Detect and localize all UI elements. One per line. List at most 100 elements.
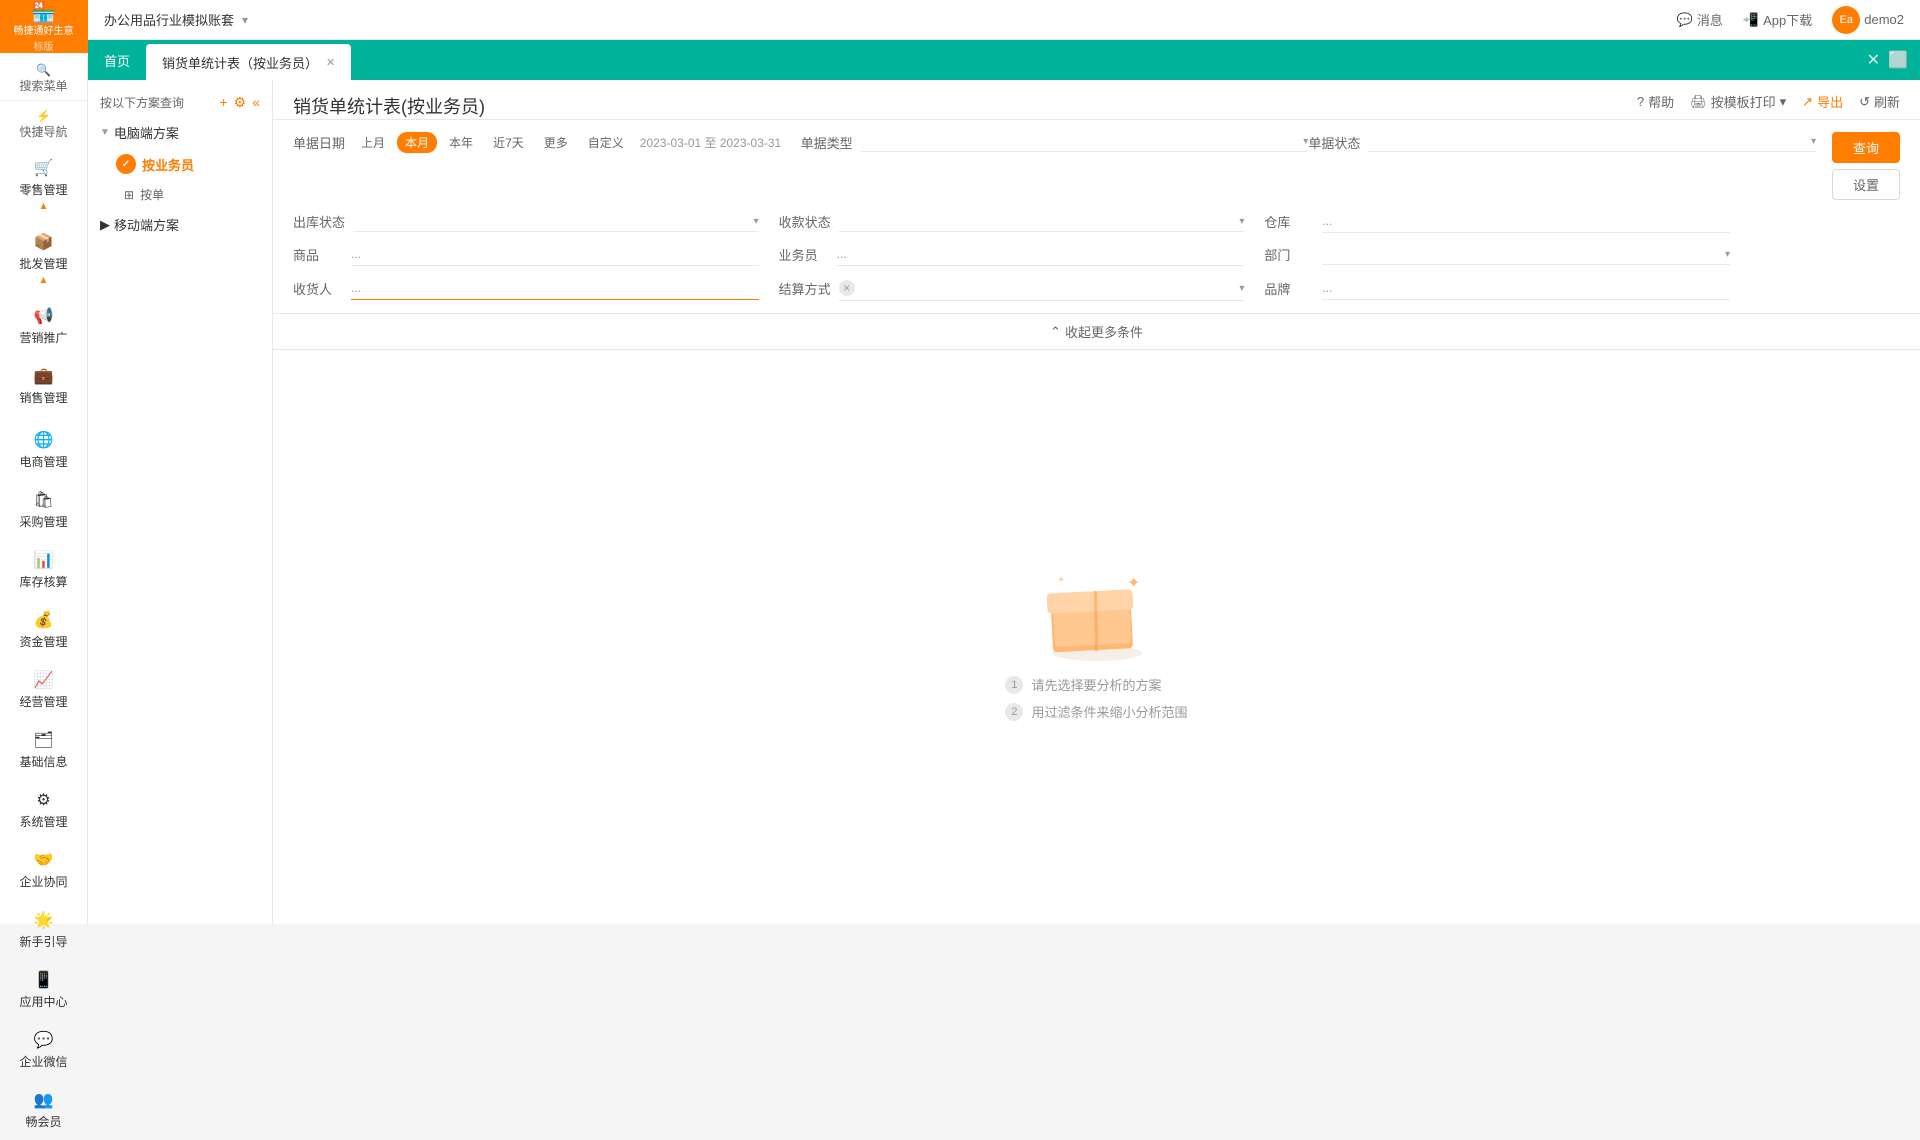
user-profile[interactable]: Ea demo2: [1832, 6, 1904, 34]
export-icon: ↗: [1802, 94, 1813, 110]
home-tab-label: 首页: [104, 51, 130, 70]
help-btn[interactable]: ? 帮助: [1637, 92, 1674, 111]
page-actions: ? 帮助 🖨 按模板打印 ▾ ↗ 导出 ↺ 刷新: [1637, 92, 1900, 119]
scheme-settings-btn[interactable]: ⚙: [234, 94, 247, 111]
tab-home[interactable]: 首页: [88, 40, 146, 80]
warehouse-input[interactable]: ...: [1322, 210, 1730, 233]
sidebar-item-operations[interactable]: 📈 经营管理: [0, 660, 87, 720]
app-download-btn[interactable]: 📲 App下载: [1743, 10, 1812, 29]
settlement-input[interactable]: × ▾: [839, 276, 1245, 301]
filter-brand-item: 品牌 ...: [1264, 277, 1750, 300]
filter-receiptstatus-item: 收款状态 ▾: [779, 212, 1265, 232]
industry-dropdown[interactable]: ▾: [242, 13, 248, 27]
salesperson-input[interactable]: ...: [837, 243, 1245, 266]
sidebar-item-inventory[interactable]: 📊 库存核算: [0, 540, 87, 600]
sidebar-item-wholesale[interactable]: 📦 批发管理 ▲: [0, 222, 87, 296]
date-tab-lastmonth[interactable]: 上月: [353, 132, 393, 153]
maximize-btn[interactable]: ⬜: [1888, 50, 1908, 70]
logo-text: 畅捷通好生意: [14, 25, 74, 38]
help-label: 帮助: [1648, 92, 1674, 111]
sidebar-logo[interactable]: 🏪 畅捷通好生意 标版: [0, 0, 88, 53]
department-arrow: ▾: [1725, 249, 1730, 260]
tab-close-btn[interactable]: ✕: [326, 56, 335, 69]
outstatus-input[interactable]: ▾: [353, 212, 759, 232]
sidebar-item-newuser[interactable]: 🌟 新手引导: [0, 900, 87, 960]
scheme-salesperson-label: 按业务员: [142, 155, 194, 174]
settlement-close[interactable]: ×: [839, 280, 855, 296]
date-tab-custom[interactable]: 自定义: [580, 132, 632, 153]
collapse-more-btn[interactable]: ⌃ 收起更多条件: [1050, 322, 1143, 341]
filter-row3: 商品 ... 业务员 ... 部门: [293, 243, 1900, 266]
export-btn[interactable]: ↗ 导出: [1802, 92, 1843, 111]
sidebar-quick-nav[interactable]: ⚡ 快捷导航: [0, 101, 87, 144]
purchase-icon: 🛍: [33, 490, 53, 510]
collapse-label: 收起更多条件: [1065, 322, 1143, 341]
settlement-arrow: ▾: [1239, 283, 1244, 294]
docstatus-input[interactable]: ▾: [1368, 132, 1816, 152]
doctype-input[interactable]: ▾: [861, 132, 1309, 152]
date-label: 单据日期: [293, 133, 345, 152]
empty-hint-1: 1 请先选择要分析的方案: [1005, 675, 1187, 694]
close-tab-btn[interactable]: ✕: [1867, 50, 1880, 70]
salesperson-label: 业务员: [779, 245, 829, 264]
scheme-collapse-btn[interactable]: «: [252, 94, 260, 111]
empty-illustration: ✦ ✦: [1032, 553, 1162, 663]
sidebar-item-wechat[interactable]: 💬 企业微信: [0, 1020, 87, 1080]
refresh-btn[interactable]: ↺ 刷新: [1859, 92, 1900, 111]
user-name: demo2: [1864, 12, 1904, 27]
date-tab-thisyear[interactable]: 本年: [441, 132, 481, 153]
filter-row2: 出库状态 ▾ 收款状态 ▾ 仓库: [293, 210, 1900, 233]
empty-hint-2: 2 用过滤条件来缩小分析范围: [1005, 702, 1187, 721]
refresh-icon: ↺: [1859, 94, 1870, 110]
date-tab-more[interactable]: 更多: [536, 132, 576, 153]
goods-input[interactable]: ...: [351, 243, 759, 266]
settings-button[interactable]: 设置: [1832, 169, 1900, 200]
sidebar-item-appcenter[interactable]: 📱 应用中心: [0, 960, 87, 1020]
goods-label: 商品: [293, 245, 343, 264]
hint-num-1: 1: [1005, 676, 1023, 694]
topbar-left: 办公用品行业模拟账套 ▾: [104, 10, 248, 29]
sidebar-item-sales[interactable]: 💼 销售管理: [0, 356, 87, 416]
scheme-group-desktop-header[interactable]: ▼ 电脑端方案: [88, 117, 272, 148]
date-tab-7days[interactable]: 近7天: [485, 132, 532, 153]
receiptstatus-input[interactable]: ▾: [839, 212, 1245, 232]
sidebar-item-basic[interactable]: 🗂 基础信息: [0, 720, 87, 780]
sales-stat-tab-label: 销货单统计表（按业务员）: [162, 53, 318, 72]
sidebar-item-finance[interactable]: 💰 资金管理: [0, 600, 87, 660]
brand-input[interactable]: ...: [1322, 277, 1730, 300]
scheme-panel: 按以下方案查询 + ⚙ « ▼ 电脑端方案 ✓ 按业务员 ⊞ 按单: [88, 80, 273, 924]
group-arrow-down: ▼: [100, 127, 110, 138]
hint-text-2: 用过滤条件来缩小分析范围: [1031, 702, 1187, 721]
svg-text:✦: ✦: [1057, 575, 1065, 586]
filter-row4: 收货人 ... 结算方式 × ▾ 品牌: [293, 276, 1900, 301]
sidebar-item-purchase[interactable]: 🛍 采购管理: [0, 480, 87, 540]
retail-icon: 🛒: [34, 158, 54, 178]
right-content: 销货单统计表(按业务员) ? 帮助 🖨 按模板打印 ▾ ↗ 导出: [273, 80, 1920, 924]
department-input[interactable]: ▾: [1322, 245, 1730, 265]
query-button[interactable]: 查询: [1832, 132, 1900, 163]
scheme-item-salesperson[interactable]: ✓ 按业务员: [88, 148, 272, 180]
date-tab-thismonth[interactable]: 本月: [397, 132, 437, 153]
sidebar-item-enterprise[interactable]: 🤝 企业协同: [0, 840, 87, 900]
sidebar-item-ecommerce[interactable]: 🌐 电商管理: [0, 420, 87, 480]
docstatus-label: 单据状态: [1308, 133, 1360, 152]
tab-sales-stat[interactable]: 销货单统计表（按业务员） ✕: [146, 44, 351, 80]
scheme-panel-title: 按以下方案查询: [100, 94, 184, 111]
sidebar-search[interactable]: 🔍 搜索菜单: [0, 53, 87, 101]
receiver-input[interactable]: ...: [351, 277, 759, 300]
sidebar-item-marketing[interactable]: 📢 营销推广: [0, 296, 87, 356]
filter-department-item: 部门 ▾: [1264, 245, 1750, 265]
template-print-btn[interactable]: 🖨 按模板打印 ▾: [1690, 92, 1786, 111]
date-range: 2023-03-01 至 2023-03-31: [640, 134, 781, 151]
empty-state: ✦ ✦ 1 请先选择要分析的方案 2 用过滤条件来缩小分析范围: [273, 350, 1920, 924]
sidebar-item-system[interactable]: ⚙ 系统管理: [0, 780, 87, 840]
message-btn[interactable]: 💬 消息: [1677, 10, 1723, 29]
export-label: 导出: [1817, 92, 1843, 111]
scheme-subitem-order[interactable]: ⊞ 按单: [88, 180, 272, 209]
brand-label: 品牌: [1264, 279, 1314, 298]
scheme-add-btn[interactable]: +: [219, 94, 227, 111]
sidebar-item-retail[interactable]: 🛒 零售管理 ▲: [0, 148, 87, 222]
scheme-group-mobile-header[interactable]: ▶ 移动端方案: [88, 209, 272, 240]
ecommerce-icon: 🌐: [34, 430, 54, 450]
sidebar-item-member[interactable]: 👥 畅会员: [0, 1080, 87, 1140]
